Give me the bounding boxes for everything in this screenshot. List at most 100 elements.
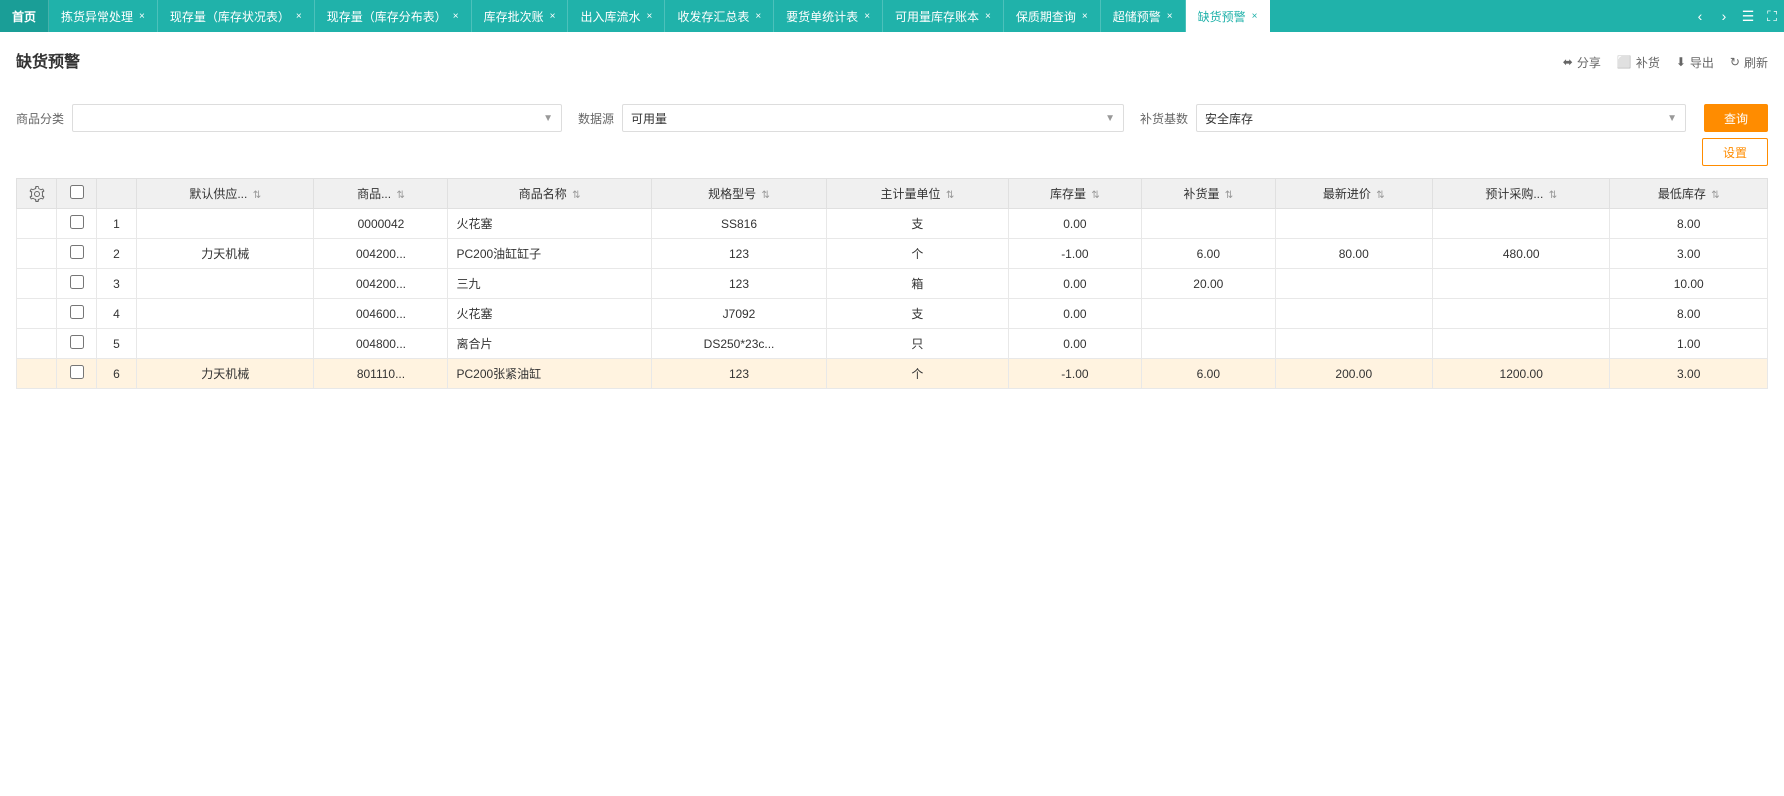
row-checkbox-cell[interactable] <box>57 239 97 269</box>
tab-inventory-dist-close[interactable]: × <box>453 11 459 22</box>
tab-available-ledger[interactable]: 可用量库存账本 × <box>883 0 1004 32</box>
tab-fullscreen-btn[interactable]: ⛶ <box>1760 0 1784 32</box>
tab-receive-summary-close[interactable]: × <box>755 11 761 22</box>
tab-expiry-query-close[interactable]: × <box>1082 11 1088 22</box>
col-header-product-code[interactable]: 商品... ⇅ <box>314 179 448 209</box>
tab-overstock[interactable]: 超储预警 × <box>1101 0 1186 32</box>
tab-inout-flow-close[interactable]: × <box>646 11 652 22</box>
refresh-action[interactable]: ↻ 刷新 <box>1730 54 1768 71</box>
row-checkbox[interactable] <box>70 275 84 289</box>
row-unit-cell: 支 <box>827 209 1008 239</box>
tab-prev-btn[interactable]: ‹ <box>1688 0 1712 32</box>
row-supplier-cell <box>137 209 314 239</box>
data-source-label: 数据源 <box>578 110 614 127</box>
replenish-base-chevron-icon: ▼ <box>1667 113 1677 124</box>
data-source-value: 可用量 <box>631 110 667 127</box>
col-header-latest-price[interactable]: 最新进价 ⇅ <box>1275 179 1432 209</box>
export-label: 导出 <box>1690 54 1714 71</box>
sort-unit-icon: ⇅ <box>946 190 954 201</box>
row-replenish-cell: 6.00 <box>1142 239 1275 269</box>
row-checkbox-cell[interactable] <box>57 359 97 389</box>
sort-product-code-icon: ⇅ <box>396 190 404 201</box>
product-category-label: 商品分类 <box>16 110 64 127</box>
tab-inout-flow-label: 出入库流水 <box>580 8 640 25</box>
data-source-select[interactable]: 可用量 ▼ <box>622 104 1124 132</box>
row-checkbox[interactable] <box>70 305 84 319</box>
export-action[interactable]: ⬇ 导出 <box>1676 54 1714 71</box>
tab-batch-account[interactable]: 库存批次账 × <box>472 0 569 32</box>
tab-available-ledger-close[interactable]: × <box>985 11 991 22</box>
row-checkbox-cell[interactable] <box>57 209 97 239</box>
col-header-checkbox[interactable] <box>57 179 97 209</box>
tab-inventory-status[interactable]: 现存量（库存状况表） × <box>158 0 315 32</box>
col-header-index <box>97 179 137 209</box>
row-product-code-cell: 0000042 <box>314 209 448 239</box>
row-settings-cell <box>17 209 57 239</box>
row-latest-price-cell <box>1275 269 1432 299</box>
tab-stock-exception[interactable]: 拣货异常处理 × <box>49 0 158 32</box>
tab-order-stats-close[interactable]: × <box>864 11 870 22</box>
col-header-est-purchase[interactable]: 预计采购... ⇅ <box>1433 179 1610 209</box>
row-checkbox-cell[interactable] <box>57 269 97 299</box>
row-settings-cell <box>17 269 57 299</box>
tab-shortage-close[interactable]: × <box>1252 11 1258 22</box>
tab-next-btn[interactable]: › <box>1712 0 1736 32</box>
row-spec-cell: J7092 <box>651 299 826 329</box>
row-stock-cell: 0.00 <box>1008 269 1141 299</box>
row-replenish-cell <box>1142 299 1275 329</box>
row-stock-cell: -1.00 <box>1008 359 1141 389</box>
row-checkbox[interactable] <box>70 245 84 259</box>
row-replenish-cell <box>1142 209 1275 239</box>
col-header-product-name[interactable]: 商品名称 ⇅ <box>448 179 651 209</box>
tab-inventory-dist[interactable]: 现存量（库存分布表） × <box>315 0 472 32</box>
filter-data-source: 数据源 可用量 ▼ <box>578 104 1124 132</box>
col-supplier-label: 默认供应... <box>189 187 247 201</box>
share-action[interactable]: ⬌ 分享 <box>1563 54 1601 71</box>
col-header-supplier[interactable]: 默认供应... ⇅ <box>137 179 314 209</box>
col-replenish-label: 补货量 <box>1183 187 1219 201</box>
share-icon: ⬌ <box>1563 55 1573 69</box>
tab-receive-summary-label: 收发存汇总表 <box>677 8 749 25</box>
tab-stock-exception-close[interactable]: × <box>139 11 145 22</box>
gear-icon[interactable] <box>29 186 45 202</box>
table-header-row: 默认供应... ⇅ 商品... ⇅ 商品名称 ⇅ 规格型号 ⇅ 主计量单位 <box>17 179 1768 209</box>
product-category-select[interactable]: ▼ <box>72 104 562 132</box>
select-all-checkbox[interactable] <box>70 185 84 199</box>
row-checkbox[interactable] <box>70 335 84 349</box>
row-checkbox-cell[interactable] <box>57 329 97 359</box>
replenish-base-select[interactable]: 安全库存 ▼ <box>1196 104 1686 132</box>
row-product-name-cell: 离合片 <box>448 329 651 359</box>
replenish-action[interactable]: ⬜ 补货 <box>1617 54 1660 71</box>
row-checkbox[interactable] <box>70 365 84 379</box>
setting-button[interactable]: 设置 <box>1702 138 1768 166</box>
row-checkbox-cell[interactable] <box>57 299 97 329</box>
tab-inventory-status-close[interactable]: × <box>296 11 302 22</box>
tab-receive-summary[interactable]: 收发存汇总表 × <box>665 0 774 32</box>
col-header-replenish[interactable]: 补货量 ⇅ <box>1142 179 1275 209</box>
row-product-name-cell: 三九 <box>448 269 651 299</box>
row-index-cell: 3 <box>97 269 137 299</box>
tab-home[interactable]: 首页 <box>0 0 49 32</box>
tab-batch-account-close[interactable]: × <box>550 11 556 22</box>
tab-menu-btn[interactable]: ☰ <box>1736 0 1760 32</box>
tab-inventory-status-label: 现存量（库存状况表） <box>170 8 290 25</box>
top-actions: ⬌ 分享 ⬜ 补货 ⬇ 导出 ↻ 刷新 <box>1563 54 1768 71</box>
col-header-min-stock[interactable]: 最低库存 ⇅ <box>1610 179 1768 209</box>
data-source-chevron-icon: ▼ <box>1105 113 1115 124</box>
tab-expiry-query[interactable]: 保质期查询 × <box>1004 0 1101 32</box>
row-latest-price-cell <box>1275 209 1432 239</box>
sort-est-purchase-icon: ⇅ <box>1549 190 1557 201</box>
tab-overstock-close[interactable]: × <box>1167 11 1173 22</box>
col-header-unit[interactable]: 主计量单位 ⇅ <box>827 179 1008 209</box>
row-min-stock-cell: 8.00 <box>1610 209 1768 239</box>
row-checkbox[interactable] <box>70 215 84 229</box>
tab-order-stats[interactable]: 要货单统计表 × <box>774 0 883 32</box>
col-header-spec[interactable]: 规格型号 ⇅ <box>651 179 826 209</box>
export-icon: ⬇ <box>1676 55 1686 69</box>
tab-inout-flow[interactable]: 出入库流水 × <box>568 0 665 32</box>
row-spec-cell: SS816 <box>651 209 826 239</box>
query-button[interactable]: 查询 <box>1704 104 1768 132</box>
tab-shortage[interactable]: 缺货预警 × <box>1186 0 1271 32</box>
main-content: 缺货预警 ⬌ 分享 ⬜ 补货 ⬇ 导出 ↻ 刷新 <box>0 32 1784 796</box>
col-header-stock[interactable]: 库存量 ⇅ <box>1008 179 1141 209</box>
